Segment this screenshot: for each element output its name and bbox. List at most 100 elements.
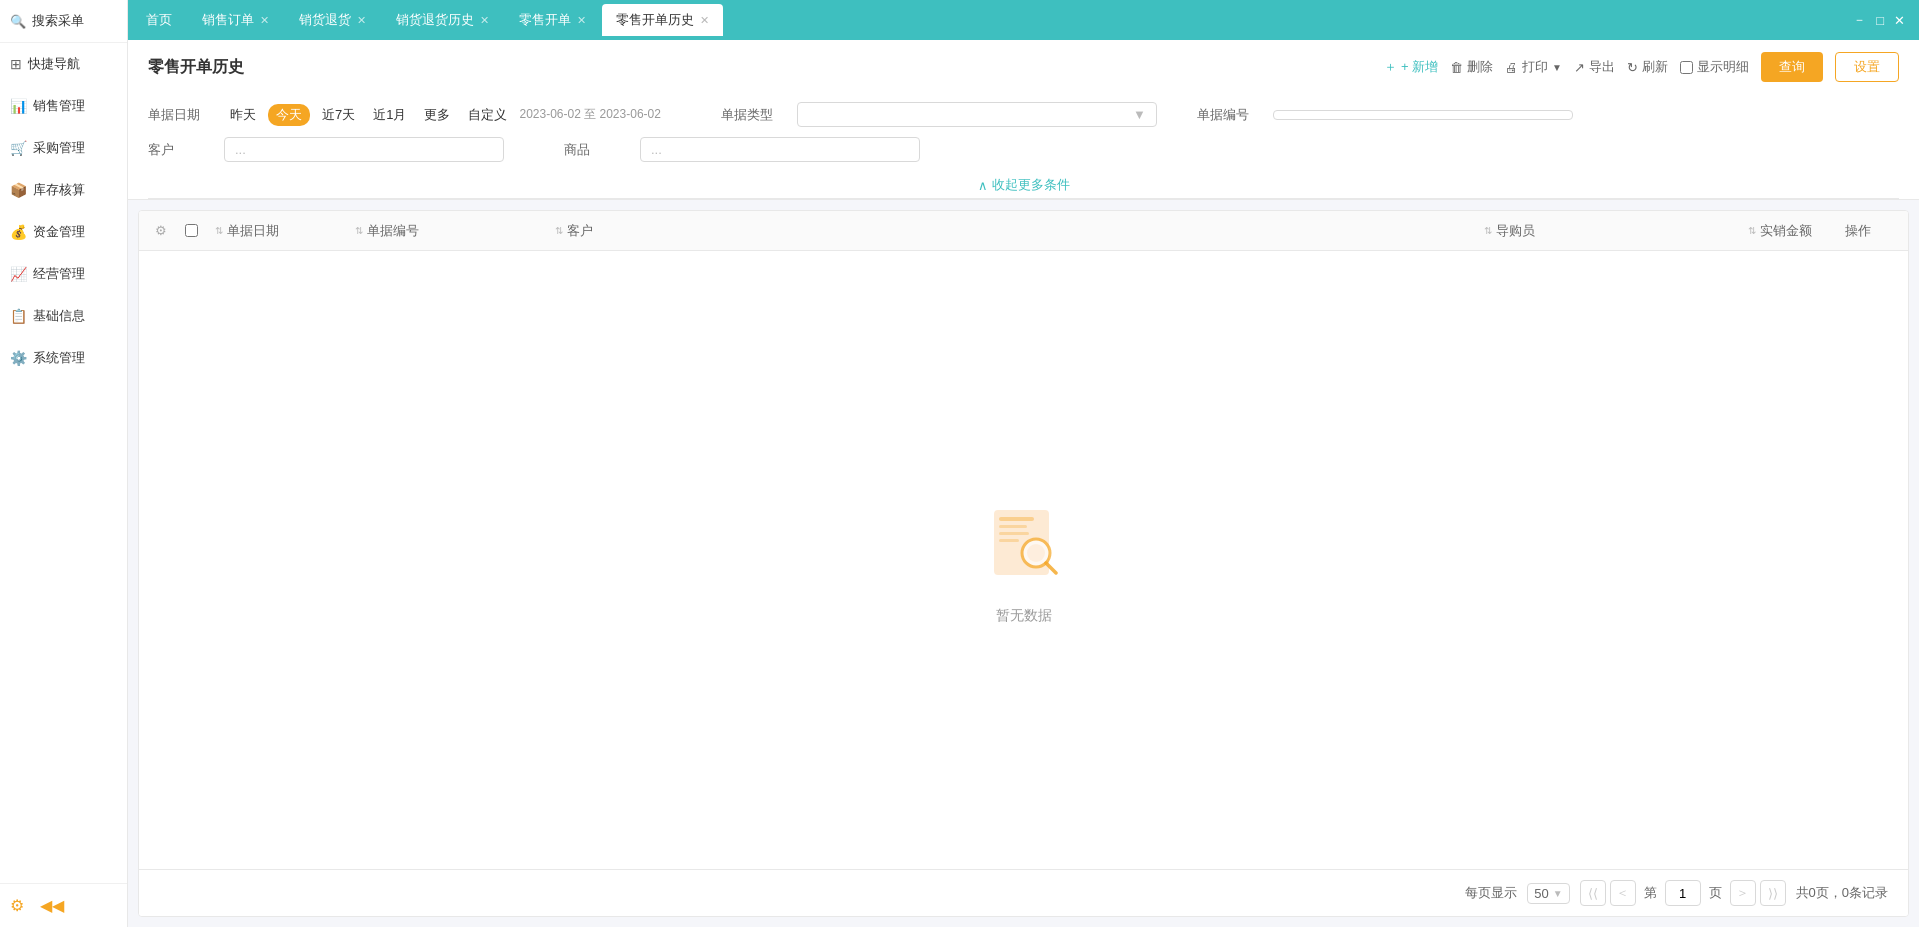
tab-home-label: 首页 <box>146 11 172 29</box>
add-button[interactable]: ＋ + 新增 <box>1384 58 1438 76</box>
page-number-input[interactable] <box>1665 880 1701 906</box>
delete-icon: 🗑 <box>1450 60 1463 75</box>
page-title-row: 零售开单历史 ＋ + 新增 🗑 删除 🖨 打印 ▼ <box>148 52 1899 90</box>
export-button[interactable]: ↗ 导出 <box>1574 58 1615 76</box>
order-no-input[interactable] <box>1273 110 1573 120</box>
tab-retail-open-history-label: 零售开单历史 <box>616 11 694 29</box>
collapse-filter-btn[interactable]: ∧ 收起更多条件 <box>148 172 1899 198</box>
window-close-btn[interactable]: ✕ <box>1894 13 1905 28</box>
setting-button[interactable]: 设置 <box>1835 52 1899 82</box>
inventory-icon: 📦 <box>10 182 27 198</box>
window-maximize-btn[interactable]: □ <box>1876 13 1884 28</box>
th-action-label: 操作 <box>1845 222 1871 240</box>
order-type-label: 单据类型 <box>721 106 777 124</box>
display-toggle[interactable]: 显示明细 <box>1680 58 1749 76</box>
sidebar-item-operations[interactable]: 📈 经营管理 <box>0 253 127 295</box>
sort-asc-icon5[interactable]: ⇅ <box>1748 225 1756 236</box>
operations-icon: 📈 <box>10 266 27 282</box>
date-custom[interactable]: 自定义 <box>462 104 513 126</box>
window-minimize-btn[interactable]: － <box>1853 11 1866 29</box>
page-last-btn[interactable]: ⟩⟩ <box>1760 880 1786 906</box>
query-button[interactable]: 查询 <box>1761 52 1823 82</box>
tab-bar: 首页 销售订单 ✕ 销货退货 ✕ 销货退货历史 ✕ 零售开单 ✕ 零售开单历史 … <box>128 0 1919 40</box>
date-label: 单据日期 <box>148 106 204 124</box>
date-yesterday[interactable]: 昨天 <box>224 104 262 126</box>
table-container: ⚙ ⇅ 单据日期 ⇅ 单据编号 ⇅ 客户 ⇅ <box>138 210 1909 917</box>
settings-col-icon[interactable]: ⚙ <box>155 223 167 238</box>
sidebar-item-label: 销售管理 <box>33 97 85 115</box>
sidebar-item-quick-nav[interactable]: ⊞ 快捷导航 <box>0 43 127 85</box>
customer-input[interactable]: ... <box>224 137 504 162</box>
sort-asc-icon[interactable]: ⇅ <box>215 225 223 236</box>
page-label-prefix: 第 <box>1640 884 1661 902</box>
sidebar-item-purchase-mgmt[interactable]: 🛒 采购管理 <box>0 127 127 169</box>
goods-label: 商品 <box>564 141 620 159</box>
collapse-label: 收起更多条件 <box>992 176 1070 194</box>
export-icon: ↗ <box>1574 60 1585 75</box>
settings-icon[interactable]: ⚙ <box>10 896 24 915</box>
tab-retail-open-close[interactable]: ✕ <box>577 14 586 27</box>
tab-sales-return-history[interactable]: 销货退货历史 ✕ <box>382 4 503 36</box>
date-7days[interactable]: 近7天 <box>316 104 361 126</box>
select-all-checkbox[interactable] <box>185 224 198 237</box>
date-today[interactable]: 今天 <box>268 104 310 126</box>
order-type-chevron: ▼ <box>1133 107 1146 122</box>
tab-sales-order-close[interactable]: ✕ <box>260 14 269 27</box>
delete-button[interactable]: 🗑 删除 <box>1450 58 1493 76</box>
svg-point-6 <box>1027 544 1045 562</box>
page-prev-btn[interactable]: ＜ <box>1610 880 1636 906</box>
tab-retail-open-label: 零售开单 <box>519 11 571 29</box>
sort-asc-icon3[interactable]: ⇅ <box>555 225 563 236</box>
page-next-btn[interactable]: ＞ <box>1730 880 1756 906</box>
th-amount-label: 实销金额 <box>1760 222 1812 240</box>
tab-sales-order[interactable]: 销售订单 ✕ <box>188 4 283 36</box>
print-button[interactable]: 🖨 打印 ▼ <box>1505 58 1562 76</box>
th-action: 操作 <box>1818 214 1898 248</box>
th-amount: ⇅ 实销金额 <box>1618 214 1818 248</box>
sidebar-item-inventory[interactable]: 📦 库存核算 <box>0 169 127 211</box>
display-checkbox[interactable] <box>1680 61 1693 74</box>
per-page-label: 每页显示 <box>1465 884 1517 902</box>
sidebar-search[interactable]: 🔍 搜索采单 <box>0 0 127 43</box>
collapse-chevron-icon: ∧ <box>978 178 988 193</box>
tab-home[interactable]: 首页 <box>132 4 186 36</box>
sidebar-item-sales-mgmt[interactable]: 📊 销售管理 <box>0 85 127 127</box>
sidebar-bottom: ⚙ ◀◀ <box>0 883 127 927</box>
sort-asc-icon2[interactable]: ⇅ <box>355 225 363 236</box>
th-date-label: 单据日期 <box>227 222 279 240</box>
sidebar-search-label: 搜索采单 <box>32 12 84 30</box>
tab-retail-open-history-close[interactable]: ✕ <box>700 14 709 27</box>
pagination: 每页显示 50 ▼ ⟨⟨ ＜ 第 页 ＞ ⟩⟩ 共0页，0条记录 <box>139 869 1908 916</box>
sidebar-item-finance[interactable]: 💰 资金管理 <box>0 211 127 253</box>
collapse-sidebar-icon[interactable]: ◀◀ <box>40 896 64 915</box>
th-customer-label: 客户 <box>567 222 593 240</box>
total-info: 共0页，0条记录 <box>1796 884 1888 902</box>
tab-retail-open[interactable]: 零售开单 ✕ <box>505 4 600 36</box>
per-page-select[interactable]: 50 ▼ <box>1527 883 1569 904</box>
date-1month[interactable]: 近1月 <box>367 104 412 126</box>
sidebar-item-basic-info[interactable]: 📋 基础信息 <box>0 295 127 337</box>
order-no-label: 单据编号 <box>1197 106 1253 124</box>
th-order-no-label: 单据编号 <box>367 222 419 240</box>
sidebar-item-label: 基础信息 <box>33 307 85 325</box>
date-more[interactable]: 更多 <box>418 104 456 126</box>
svg-rect-1 <box>999 517 1034 521</box>
page-first-btn[interactable]: ⟨⟨ <box>1580 880 1606 906</box>
tab-sales-return-history-close[interactable]: ✕ <box>480 14 489 27</box>
tab-sales-return-close[interactable]: ✕ <box>357 14 366 27</box>
sort-asc-icon4[interactable]: ⇅ <box>1484 225 1492 236</box>
page-label-suffix: 页 <box>1705 884 1726 902</box>
display-label: 显示明细 <box>1697 58 1749 76</box>
sidebar-item-system-mgmt[interactable]: ⚙️ 系统管理 <box>0 337 127 379</box>
goods-input[interactable]: ... <box>640 137 920 162</box>
sidebar-item-label: 系统管理 <box>33 349 85 367</box>
tab-sales-return[interactable]: 销货退货 ✕ <box>285 4 380 36</box>
table-body-empty: 暂无数据 <box>139 251 1908 869</box>
refresh-button[interactable]: ↻ 刷新 <box>1627 58 1668 76</box>
sales-mgmt-icon: 📊 <box>10 98 27 114</box>
tab-bar-right: － □ ✕ <box>1853 11 1915 29</box>
tab-retail-open-history[interactable]: 零售开单历史 ✕ <box>602 4 723 36</box>
print-label: 打印 <box>1522 58 1548 76</box>
toolbar: ＋ + 新增 🗑 删除 🖨 打印 ▼ ↗ 导出 <box>1384 52 1899 82</box>
order-type-select[interactable]: ▼ <box>797 102 1157 127</box>
